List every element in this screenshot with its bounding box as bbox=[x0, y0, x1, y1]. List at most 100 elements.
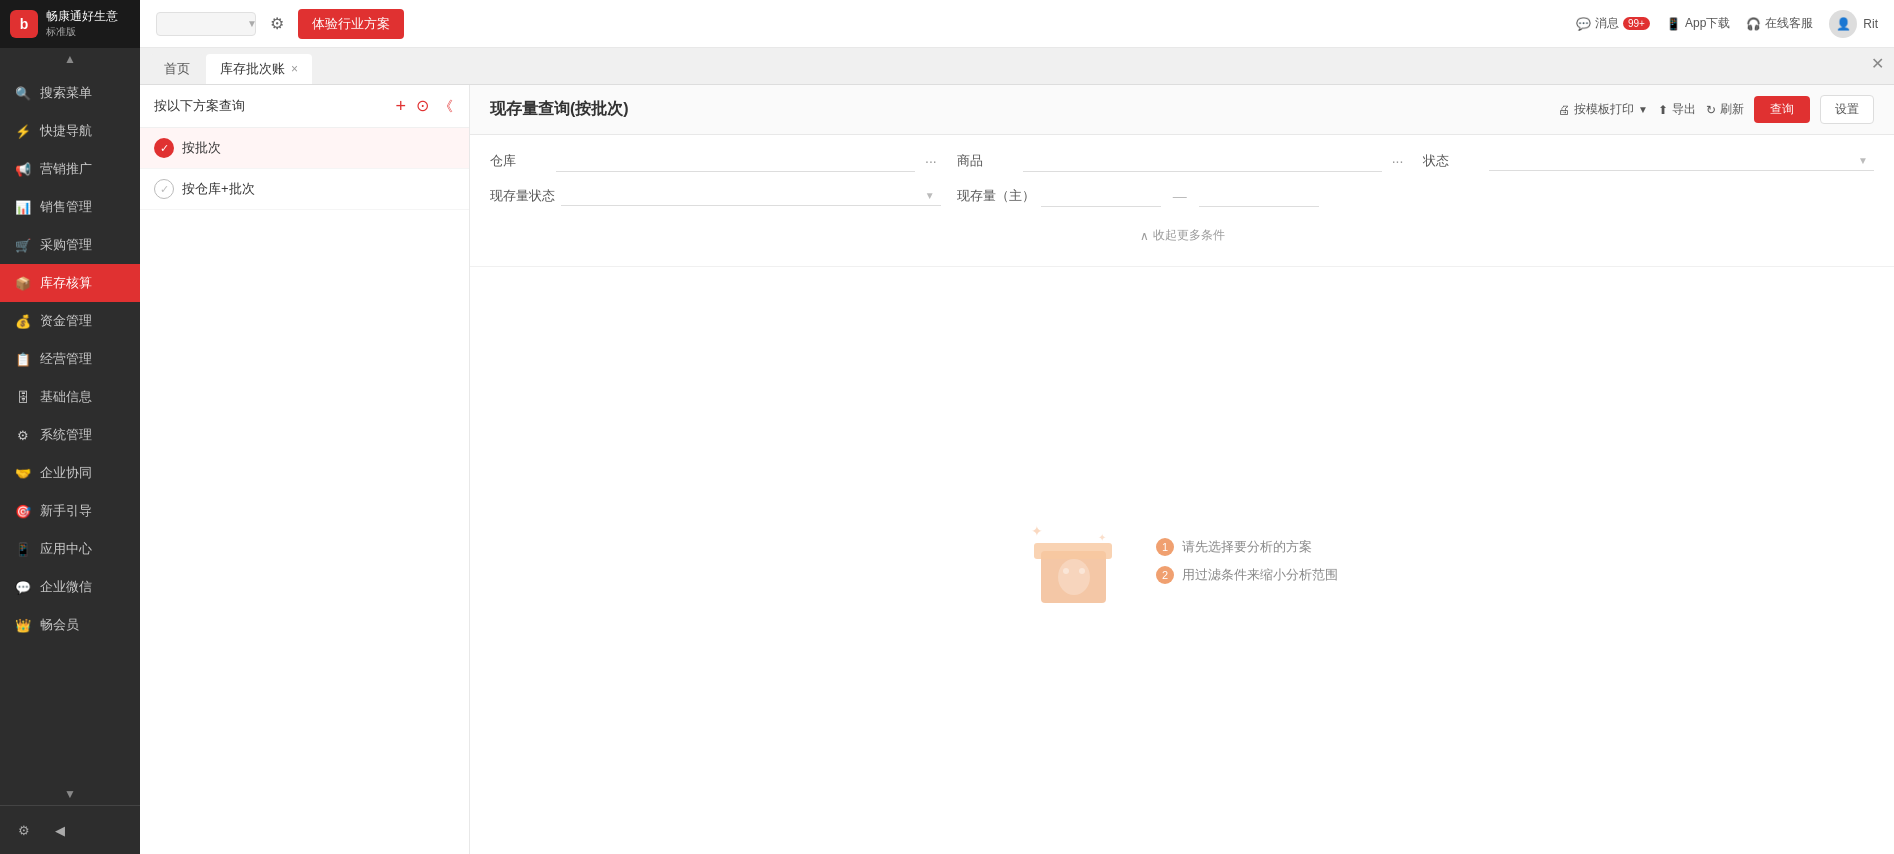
print-arrow-icon: ▼ bbox=[1638, 104, 1648, 115]
panel-close-btn[interactable]: ✕ bbox=[1871, 54, 1884, 73]
app-download-btn[interactable]: 📱 App下载 bbox=[1666, 15, 1730, 32]
empty-illustration: ✦ ✦ bbox=[1026, 511, 1126, 611]
nav-label-quick-nav: 快捷导航 bbox=[40, 122, 92, 140]
product-more-btn[interactable]: ··· bbox=[1388, 153, 1408, 169]
page-title: 现存量查询(按批次) bbox=[490, 99, 629, 120]
status-select[interactable]: ▼ bbox=[1489, 151, 1874, 171]
nav-label-finance: 资金管理 bbox=[40, 312, 92, 330]
print-btn[interactable]: 🖨 按模板打印 ▼ bbox=[1558, 101, 1648, 118]
sidebar-item-member[interactable]: 👑 畅会员 bbox=[0, 606, 140, 644]
refresh-btn[interactable]: ↻ 刷新 bbox=[1706, 101, 1744, 118]
nav-icon-inventory: 📦 bbox=[14, 274, 32, 292]
topbar-search-arrow: ▼ bbox=[247, 18, 257, 29]
nav-icon-finance: 💰 bbox=[14, 312, 32, 330]
empty-state: ✦ ✦ 1 请先选择要分析的方案 2 用过滤条件来缩小分析范围 bbox=[470, 267, 1894, 854]
filter-row-1: 仓库 ··· 商品 ··· 状态 ▼ bbox=[490, 149, 1874, 172]
sidebar-item-appstore[interactable]: 📱 应用中心 bbox=[0, 530, 140, 568]
sidebar-item-weixin[interactable]: 💬 企业微信 bbox=[0, 568, 140, 606]
empty-hints: 1 请先选择要分析的方案 2 用过滤条件来缩小分析范围 bbox=[1156, 538, 1338, 584]
scheme-settings-btn[interactable]: ⊙ bbox=[414, 98, 431, 114]
stock-qty-dash: — bbox=[1173, 188, 1187, 204]
nav-label-appstore: 应用中心 bbox=[40, 540, 92, 558]
sidebar-item-inventory[interactable]: 📦 库存核算 bbox=[0, 264, 140, 302]
scheme-item-by-batch[interactable]: ✓ 按批次 bbox=[140, 128, 469, 169]
status-filter: 状态 ▼ bbox=[1423, 151, 1874, 171]
nav-icon-basic: 🗄 bbox=[14, 388, 32, 406]
collapse-icon: ∧ bbox=[1140, 229, 1149, 243]
svg-point-2 bbox=[1058, 559, 1090, 595]
nav-icon-search: 🔍 bbox=[14, 84, 32, 102]
sidebar-item-search[interactable]: 🔍 搜索菜单 bbox=[0, 74, 140, 112]
nav-label-newbie: 新手引导 bbox=[40, 502, 92, 520]
sidebar-settings-btn[interactable]: ⚙ bbox=[10, 816, 38, 844]
warehouse-more-btn[interactable]: ··· bbox=[921, 153, 941, 169]
warehouse-filter: 仓库 ··· bbox=[490, 149, 941, 172]
nav-icon-quick-nav: ⚡ bbox=[14, 122, 32, 140]
app-logo: b bbox=[10, 10, 38, 38]
sidebar-item-system[interactable]: ⚙ 系统管理 bbox=[0, 416, 140, 454]
warehouse-input[interactable] bbox=[556, 149, 915, 172]
stock-status-select[interactable]: ▼ bbox=[561, 186, 941, 206]
user-menu[interactable]: 👤 Rit bbox=[1829, 10, 1878, 38]
topbar-search-area: ▼ bbox=[156, 12, 256, 36]
sidebar-item-basic[interactable]: 🗄 基础信息 bbox=[0, 378, 140, 416]
status-label: 状态 bbox=[1423, 152, 1483, 170]
sidebar-scroll-up[interactable]: ▲ bbox=[62, 50, 78, 68]
sidebar-item-operation[interactable]: 📋 经营管理 bbox=[0, 340, 140, 378]
message-icon: 💬 bbox=[1576, 17, 1591, 31]
scheme-item-by-warehouse-batch[interactable]: ✓ 按仓库+批次 bbox=[140, 169, 469, 210]
query-btn[interactable]: 查询 bbox=[1754, 96, 1810, 123]
stock-qty-label: 现存量（主） bbox=[957, 187, 1035, 205]
settings-btn[interactable]: 设置 bbox=[1820, 95, 1874, 124]
sidebar-collapse-btn[interactable]: ◀ bbox=[46, 816, 74, 844]
stock-qty-from-input[interactable] bbox=[1041, 184, 1161, 207]
tabbar: 首页 库存批次账 × ✕ bbox=[140, 48, 1894, 85]
tab-inventory-batch[interactable]: 库存批次账 × bbox=[206, 54, 312, 84]
sidebar-scroll-down[interactable]: ▼ bbox=[62, 785, 78, 803]
trial-btn[interactable]: 体验行业方案 bbox=[298, 9, 404, 39]
app-title: 畅康通好生意 bbox=[46, 9, 118, 25]
collapse-filter-btn[interactable]: ∧ 收起更多条件 bbox=[490, 219, 1874, 252]
nav-label-basic: 基础信息 bbox=[40, 388, 92, 406]
nav-label-purchase: 采购管理 bbox=[40, 236, 92, 254]
svg-rect-1 bbox=[1034, 543, 1112, 559]
stock-status-label: 现存量状态 bbox=[490, 187, 555, 205]
sidebar-item-quick-nav[interactable]: ⚡ 快捷导航 bbox=[0, 112, 140, 150]
product-filter: 商品 ··· bbox=[957, 149, 1408, 172]
nav-icon-enterprise: 🤝 bbox=[14, 464, 32, 482]
nav-label-inventory: 库存核算 bbox=[40, 274, 92, 292]
export-btn[interactable]: ⬆ 导出 bbox=[1658, 101, 1696, 118]
empty-hint-1: 1 请先选择要分析的方案 bbox=[1156, 538, 1338, 556]
topbar-settings-btn[interactable]: ⚙ bbox=[266, 10, 288, 37]
nav-icon-system: ⚙ bbox=[14, 426, 32, 444]
message-btn[interactable]: 💬 消息 99+ bbox=[1576, 15, 1650, 32]
tab-home[interactable]: 首页 bbox=[150, 54, 204, 84]
product-input[interactable] bbox=[1023, 149, 1382, 172]
scheme-collapse-btn[interactable]: 《 bbox=[437, 99, 455, 113]
nav-icon-member: 👑 bbox=[14, 616, 32, 634]
stock-status-filter: 现存量状态 ▼ bbox=[490, 186, 941, 206]
status-arrow-icon: ▼ bbox=[1858, 155, 1868, 166]
add-scheme-btn[interactable]: + bbox=[393, 97, 408, 115]
scheme-panel-header: 按以下方案查询 + ⊙ 《 bbox=[140, 85, 469, 128]
tab-close-icon[interactable]: × bbox=[291, 63, 298, 75]
nav-icon-newbie: 🎯 bbox=[14, 502, 32, 520]
nav-icon-appstore: 📱 bbox=[14, 540, 32, 558]
sidebar-item-newbie[interactable]: 🎯 新手引导 bbox=[0, 492, 140, 530]
sidebar-item-purchase[interactable]: 🛒 采购管理 bbox=[0, 226, 140, 264]
nav-label-marketing: 营销推广 bbox=[40, 160, 92, 178]
sidebar-item-sales[interactable]: 📊 销售管理 bbox=[0, 188, 140, 226]
online-service-btn[interactable]: 🎧 在线客服 bbox=[1746, 15, 1813, 32]
service-icon: 🎧 bbox=[1746, 17, 1761, 31]
sidebar-item-marketing[interactable]: 📢 营销推广 bbox=[0, 150, 140, 188]
nav-label-sales: 销售管理 bbox=[40, 198, 92, 216]
topbar-search-input[interactable] bbox=[167, 17, 247, 31]
sidebar: b 畅康通好生意 标准版 ▲ 🔍 搜索菜单 ⚡ 快捷导航 📢 营销推广 📊 销售… bbox=[0, 0, 140, 854]
sidebar-item-finance[interactable]: 💰 资金管理 bbox=[0, 302, 140, 340]
nav-label-member: 畅会员 bbox=[40, 616, 79, 634]
sidebar-item-enterprise[interactable]: 🤝 企业协同 bbox=[0, 454, 140, 492]
page-actions: 🖨 按模板打印 ▼ ⬆ 导出 ↻ 刷新 查询 设置 bbox=[1558, 95, 1874, 124]
stock-qty-to-input[interactable] bbox=[1199, 184, 1319, 207]
main-area: ▼ ⚙ 体验行业方案 💬 消息 99+ 📱 App下载 🎧 在线客服 👤 Rit bbox=[140, 0, 1894, 854]
topbar: ▼ ⚙ 体验行业方案 💬 消息 99+ 📱 App下载 🎧 在线客服 👤 Rit bbox=[140, 0, 1894, 48]
